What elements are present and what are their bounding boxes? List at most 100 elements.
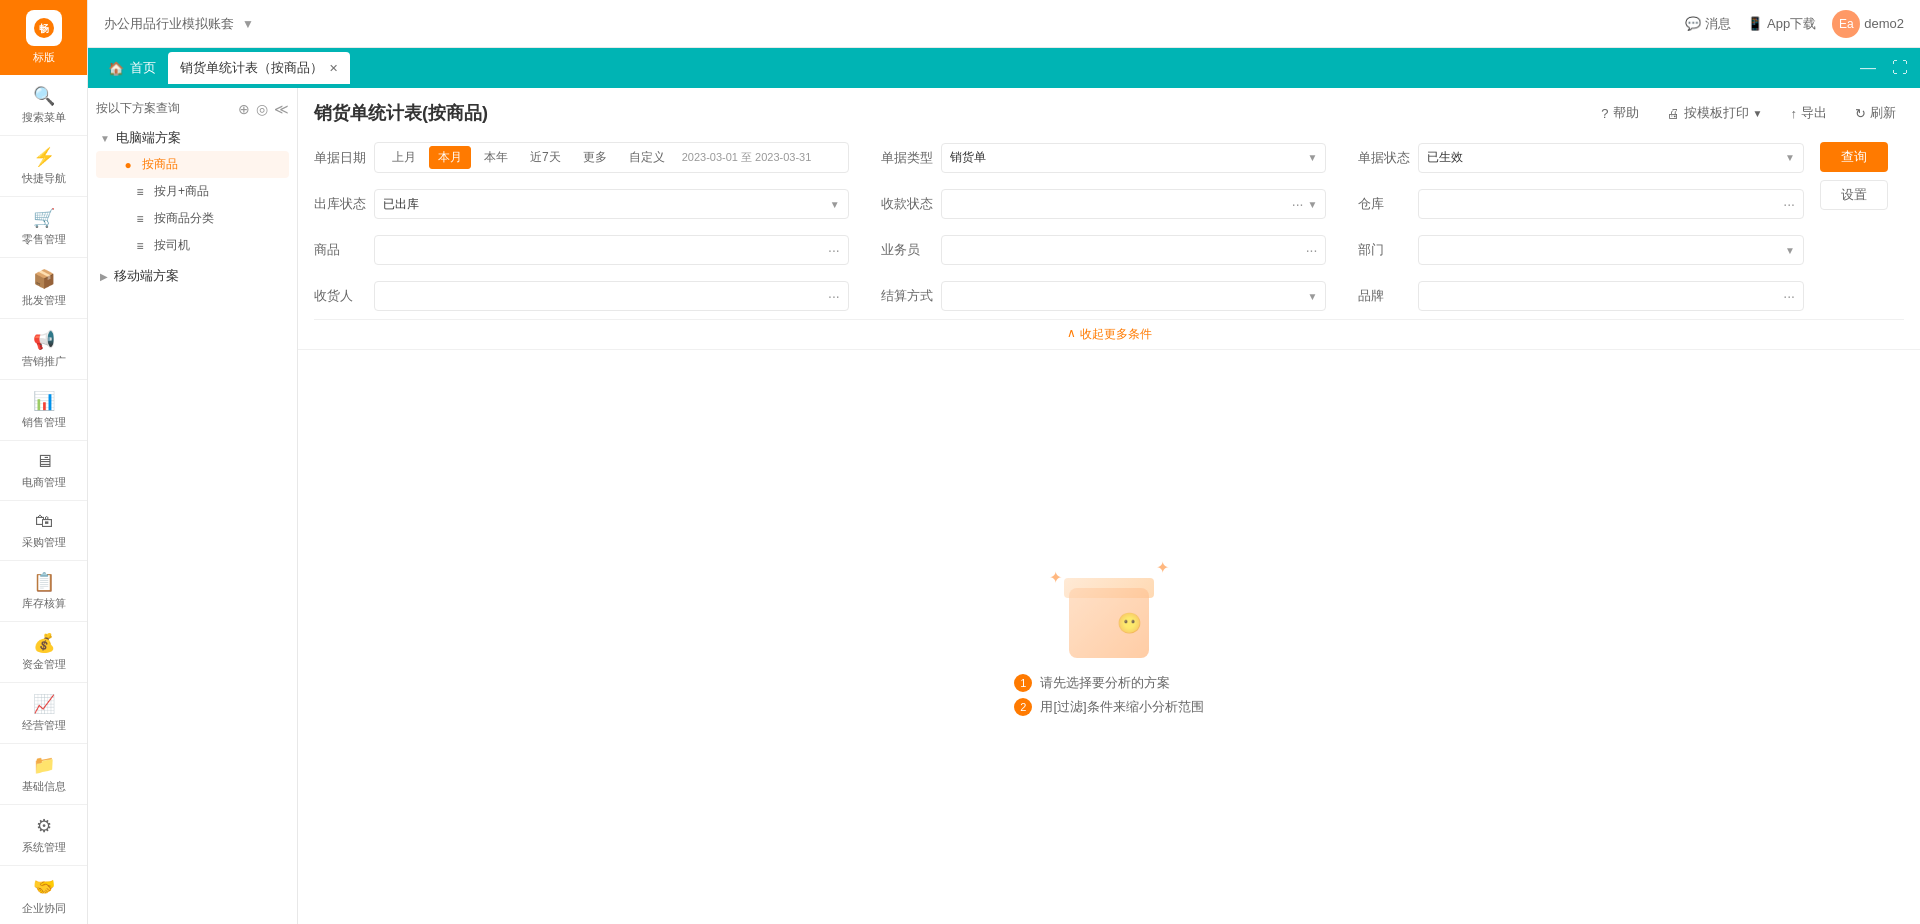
help-button[interactable]: ? 帮助 [1593,100,1646,126]
add-plan-icon[interactable]: ⊕ [238,101,250,117]
doc-status-control[interactable]: 已生效 ▼ [1418,143,1804,173]
date-btn-more[interactable]: 更多 [574,146,616,169]
out-status-control[interactable]: 已出库 ▼ [374,189,849,219]
page-actions: ? 帮助 🖨 按模板打印 ▼ ↑ 导出 ↻ 刷新 [1593,100,1904,126]
sidebar-item-system[interactable]: ⚙ 系统管理 [0,805,87,866]
doc-type-arrow: ▼ [1307,152,1317,163]
tree-group-desktop: ▼ 电脑端方案 ● 按商品 ≡ 按月+商品 ≡ 按商品分类 ≡ 按司机 [96,125,289,259]
sidebar-item-procurement-label: 采购管理 [22,535,66,550]
tree-item-category-label: 按商品分类 [154,210,214,227]
tree-group-mobile-header[interactable]: ▶ 移动端方案 [96,263,289,289]
page-title: 销货单统计表(按商品) [314,101,488,125]
department-control[interactable]: ▼ [1418,235,1804,265]
sidebar-item-ecommerce[interactable]: 🖥 电商管理 [0,441,87,501]
sidebar-item-operations[interactable]: 📈 经营管理 [0,683,87,744]
receiver-control[interactable]: ··· [374,281,849,311]
brand-label: 品牌 [1358,287,1410,305]
left-panel-actions: ⊕ ◎ ≪ [238,101,289,117]
filter-doc-status: 单据状态 已生效 ▼ [1358,143,1804,173]
sidebar-item-finance[interactable]: 💰 资金管理 [0,622,87,683]
collab-icon: 🤝 [33,876,55,898]
date-select-wrapper[interactable]: 上月 本月 本年 近7天 更多 自定义 2023-03-01 至 2023-03… [374,142,849,173]
salesperson-control[interactable]: ··· [941,235,1327,265]
filter-doc-type: 单据类型 销货单 ▼ [881,143,1327,173]
doc-status-label: 单据状态 [1358,149,1410,167]
doc-type-label: 单据类型 [881,149,933,167]
refresh-button[interactable]: ↻ 刷新 [1847,100,1904,126]
date-label: 单据日期 [314,149,366,167]
sidebar-item-retail-label: 零售管理 [22,232,66,247]
tab-minimize-icon[interactable]: — [1856,55,1880,81]
sidebar-item-quick-nav[interactable]: ⚡ 快捷导航 [0,136,87,197]
sidebar-item-retail[interactable]: 🛒 零售管理 [0,197,87,258]
help-icon: ? [1601,106,1608,121]
product-control[interactable]: ··· [374,235,849,265]
doc-type-control[interactable]: 销货单 ▼ [941,143,1327,173]
chevron-down-icon[interactable]: ▼ [242,17,254,31]
receipt-status-control[interactable]: ··· ▼ [941,189,1327,219]
warehouse-dots: ··· [1783,196,1795,212]
settings-button[interactable]: 设置 [1820,180,1888,210]
home-icon: 🏠 [108,61,124,76]
date-btn-this-year[interactable]: 本年 [475,146,517,169]
tree-item-product-category[interactable]: ≡ 按商品分类 [96,205,289,232]
sidebar-item-finance-label: 资金管理 [22,657,66,672]
query-button[interactable]: 查询 [1820,142,1888,172]
date-btn-custom[interactable]: 自定义 [620,146,674,169]
sidebar-item-inventory[interactable]: 📋 库存核算 [0,561,87,622]
tip-text-1: 请先选择要分析的方案 [1040,674,1170,692]
doc-icon-1: ≡ [132,185,148,199]
collapse-panel-icon[interactable]: ≪ [274,101,289,117]
page-title-bar: 销货单统计表(按商品) ? 帮助 🖨 按模板打印 ▼ ↑ 导出 [298,88,1920,134]
tree-item-month-product[interactable]: ≡ 按月+商品 [96,178,289,205]
app-download-button[interactable]: 📱 App下载 [1747,15,1816,33]
tree-group-desktop-header[interactable]: ▼ 电脑端方案 [96,125,289,151]
collapse-more-conditions[interactable]: ∧ 收起更多条件 [314,319,1904,349]
search-icon: 🔍 [33,85,55,107]
sidebar-item-marketing[interactable]: 📢 营销推广 [0,319,87,380]
message-button[interactable]: 💬 消息 [1685,15,1731,33]
tab-sales-stat-label: 销货单统计表（按商品） [180,59,323,77]
tree-item-driver[interactable]: ≡ 按司机 [96,232,289,259]
date-btn-this-month[interactable]: 本月 [429,146,471,169]
basicinfo-icon: 📁 [33,754,55,776]
user-profile-button[interactable]: Ea demo2 [1832,10,1904,38]
date-btn-7days[interactable]: 近7天 [521,146,570,169]
tab-maximize-icon[interactable]: ⛶ [1888,55,1912,81]
svg-text:畅: 畅 [39,23,49,34]
tree-item-by-product[interactable]: ● 按商品 [96,151,289,178]
warehouse-label: 仓库 [1358,195,1410,213]
brand-control[interactable]: ··· [1418,281,1804,311]
tab-sales-stat[interactable]: 销货单统计表（按商品） ✕ [168,52,350,84]
settings-plan-icon[interactable]: ◎ [256,101,268,117]
avatar: Ea [1832,10,1860,38]
tip-text-2: 用[过滤]条件来缩小分析范围 [1040,698,1203,716]
date-btn-last-month[interactable]: 上月 [383,146,425,169]
date-range-value: 2023-03-01 至 2023-03-31 [682,150,812,165]
sidebar-item-search[interactable]: 🔍 搜索菜单 [0,75,87,136]
sidebar-item-procurement[interactable]: 🛍 采购管理 [0,501,87,561]
logo[interactable]: 畅 标版 [0,0,88,75]
sidebar-item-basic-info[interactable]: 📁 基础信息 [0,744,87,805]
warehouse-control[interactable]: ··· [1418,189,1804,219]
tree-item-driver-label: 按司机 [154,237,190,254]
sidebar-item-enterprise-collab[interactable]: 🤝 企业协同 [0,866,87,924]
sparkle-icon-1: ✦ [1156,558,1169,577]
settlement-control[interactable]: ▼ [941,281,1327,311]
export-button[interactable]: ↑ 导出 [1783,100,1836,126]
tab-home[interactable]: 🏠 首页 [96,52,168,84]
filter-receiver: 收货人 ··· [314,281,849,311]
doc-icon-2: ≡ [132,212,148,226]
print-icon: 🖨 [1667,106,1680,121]
sidebar-item-wholesale-label: 批发管理 [22,293,66,308]
sidebar-item-quicknav-label: 快捷导航 [22,171,66,186]
ecommerce-icon: 🖥 [35,451,53,472]
wholesale-icon: 📦 [33,268,55,290]
template-print-button[interactable]: 🖨 按模板打印 ▼ [1659,100,1771,126]
left-panel: 按以下方案查询 ⊕ ◎ ≪ ▼ 电脑端方案 ● 按商品 ≡ 按月 [88,88,298,924]
filter-row-1: 单据日期 上月 本月 本年 近7天 更多 自定义 2023-03-01 至 20… [314,134,1804,181]
sidebar-item-sales[interactable]: 📊 销售管理 [0,380,87,441]
sidebar-item-wholesale[interactable]: 📦 批发管理 [0,258,87,319]
tab-close-icon[interactable]: ✕ [329,62,338,75]
active-dot-icon: ● [120,158,136,172]
